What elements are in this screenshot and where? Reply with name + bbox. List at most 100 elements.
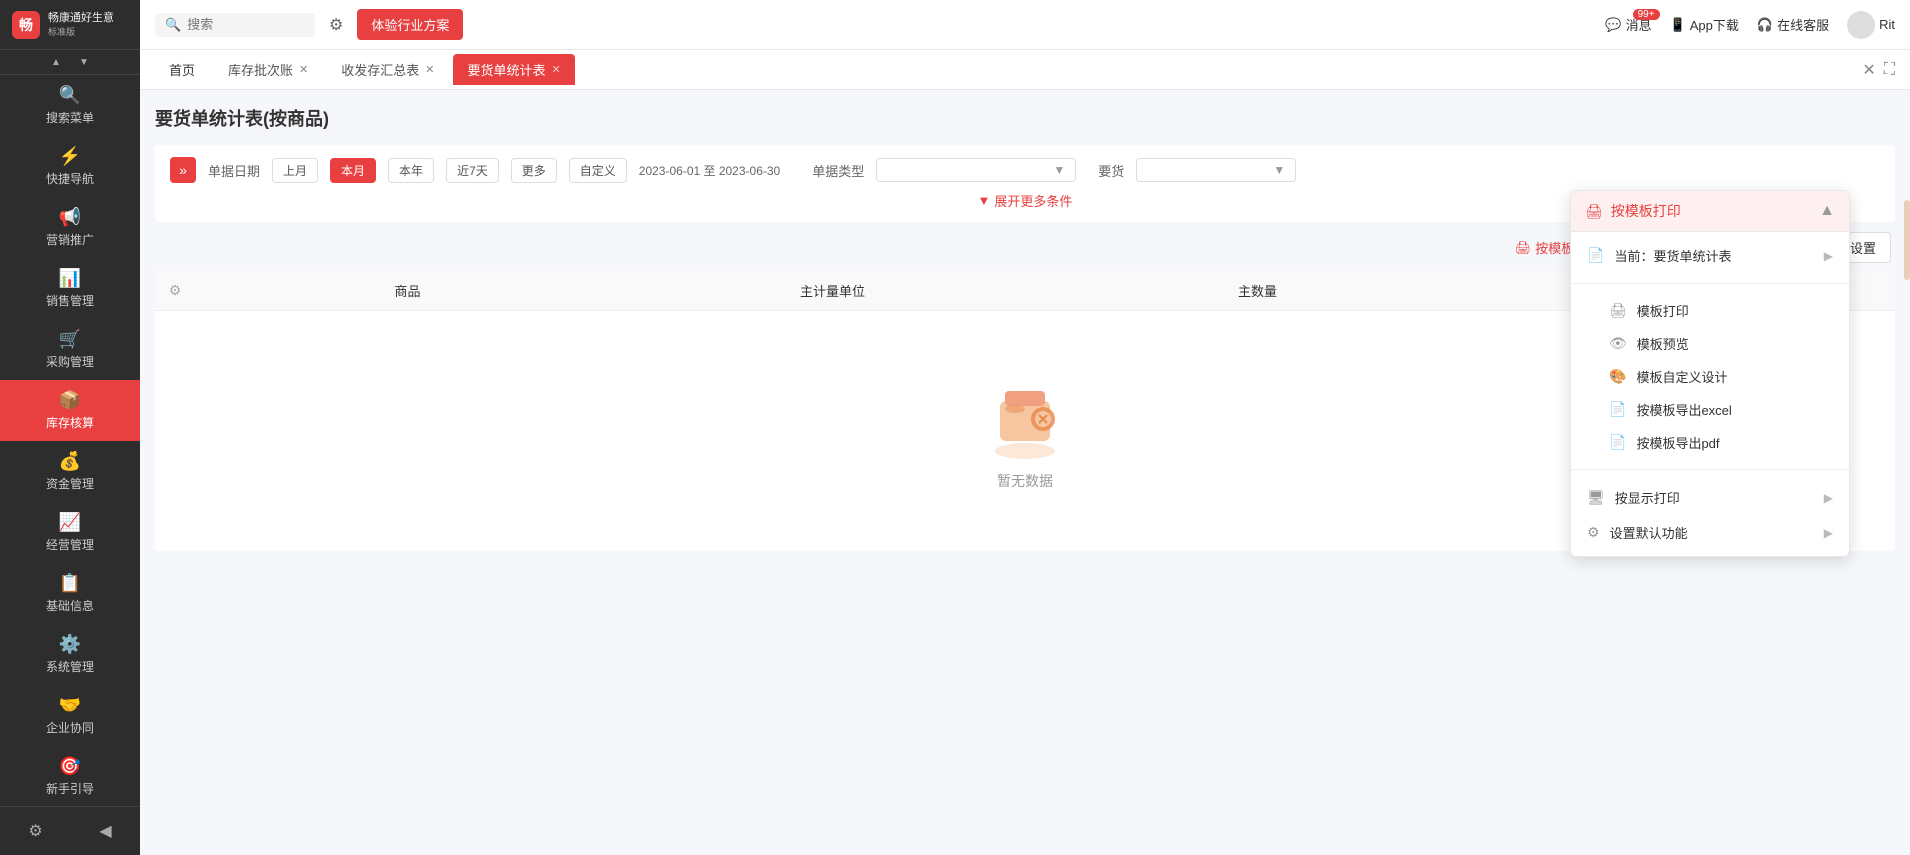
enterprise-icon: 🤝 <box>59 695 81 716</box>
set-default-left: ⚙ 设置默认功能 <box>1587 523 1688 542</box>
avatar <box>1847 11 1875 39</box>
sidebar-item-search[interactable]: 🔍 搜索菜单 <box>0 75 140 136</box>
date-btn-custom[interactable]: 自定义 <box>569 158 627 183</box>
close-window-btn[interactable]: ✕ <box>1862 60 1875 80</box>
trial-btn[interactable]: 体验行业方案 <box>357 9 463 40</box>
tab-receipt-summary[interactable]: 收发存汇总表 ✕ <box>327 54 448 85</box>
search-icon: 🔍 <box>59 85 81 106</box>
template-export-excel-label: 按模板导出excel <box>1636 400 1731 419</box>
current-template-item[interactable]: 📄 当前：要货单统计表 ▶ <box>1571 238 1849 273</box>
sidebar-item-inventory[interactable]: 📦 库存核算 <box>0 380 140 441</box>
date-btn-more[interactable]: 更多 <box>511 158 557 183</box>
template-export-excel-item[interactable]: 📄 按模板导出excel <box>1571 393 1849 426</box>
sidebar-item-guide[interactable]: 🎯 新手引导 <box>0 746 140 806</box>
print-dropdown: 🖨 按模板打印 ▲ 📄 当前：要货单统计表 ▶ 🖨 <box>1570 190 1850 557</box>
tab-home[interactable]: 首页 <box>155 54 209 85</box>
template-design-icon: 🎨 <box>1609 368 1626 385</box>
current-template-left: 📄 当前：要货单统计表 <box>1587 246 1731 265</box>
tab-receipt-summary-close[interactable]: ✕ <box>425 63 434 76</box>
tab-home-label: 首页 <box>169 60 195 79</box>
app-download-icon: 📱 <box>1670 17 1686 33</box>
sidebar-item-shortcut[interactable]: ⚡ 快捷导航 <box>0 136 140 197</box>
display-print-item[interactable]: 🖥 按显示打印 ▶ <box>1571 480 1849 515</box>
sidebar-item-enterprise[interactable]: 🤝 企业协同 <box>0 685 140 746</box>
date-range-display: 2023-06-01 至 2023-06-30 <box>639 162 780 179</box>
app-download-btn[interactable]: 📱 App下载 <box>1670 15 1739 34</box>
order-goods-label: 要货 <box>1098 161 1124 180</box>
sidebar-nav: 🔍 搜索菜单 ⚡ 快捷导航 📢 营销推广 📊 销售管理 🛒 采购管理 📦 库存核… <box>0 75 140 806</box>
template-print-label: 模板打印 <box>1637 301 1689 320</box>
display-print-arrow: ▶ <box>1824 491 1833 505</box>
filter-row-1: » 单据日期 上月 本月 本年 近7天 更多 自定义 2023-06-01 至 … <box>170 157 1880 183</box>
tab-order-stats[interactable]: 要货单统计表 ✕ <box>453 54 574 85</box>
tabs-bar: 首页 库存批次账 ✕ 收发存汇总表 ✕ 要货单统计表 ✕ ✕ ⛶ <box>140 50 1910 90</box>
sidebar-item-marketing[interactable]: 📢 营销推广 <box>0 197 140 258</box>
order-type-label: 单据类型 <box>812 161 864 180</box>
topbar-gear-icon[interactable]: ⚙ <box>325 11 347 39</box>
sidebar-item-finance[interactable]: 💰 资金管理 <box>0 441 140 502</box>
sidebar-item-sales[interactable]: 📊 销售管理 <box>0 258 140 319</box>
sidebar-label-guide: 新手引导 <box>46 780 94 797</box>
display-print-icon: 🖥 <box>1587 489 1605 506</box>
sidebar-label-enterprise: 企业协同 <box>46 719 94 736</box>
topbar-search-box[interactable]: 🔍 <box>155 13 315 37</box>
tab-batch-account[interactable]: 库存批次账 ✕ <box>214 54 322 85</box>
tab-order-stats-label: 要货单统计表 <box>467 60 545 79</box>
sidebar-label-inventory: 库存核算 <box>46 414 94 431</box>
order-goods-select[interactable]: ▼ <box>1136 158 1296 182</box>
topbar-search-icon: 🔍 <box>165 17 181 33</box>
filter-toggle-btn[interactable]: » <box>170 157 196 183</box>
message-btn[interactable]: 💬 消息 99+ <box>1605 15 1651 34</box>
sidebar-collapse-btn[interactable]: ◀ <box>91 817 119 845</box>
service-icon: 🎧 <box>1757 17 1773 33</box>
current-template-arrow: ▶ <box>1824 249 1833 263</box>
date-btn-this-month[interactable]: 本月 <box>330 158 376 183</box>
date-btn-this-year[interactable]: 本年 <box>388 158 434 183</box>
sidebar-label-system: 系统管理 <box>46 658 94 675</box>
tab-order-stats-close[interactable]: ✕ <box>552 63 561 76</box>
online-service-btn[interactable]: 🎧 在线客服 <box>1757 15 1829 34</box>
template-print-icon: 🖨 <box>1609 302 1627 319</box>
template-preview-icon: 👁 <box>1609 335 1627 352</box>
template-design-label: 模板自定义设计 <box>1636 367 1727 386</box>
main-content: 🔍 ⚙ 体验行业方案 💬 消息 99+ 📱 App下载 🎧 在线客服 Rit <box>140 0 1910 855</box>
col-product: 商品 <box>195 281 620 300</box>
sidebar-item-basic[interactable]: 📋 基础信息 <box>0 563 140 624</box>
print-dropdown-close-btn[interactable]: ▲ <box>1819 202 1835 220</box>
order-type-select[interactable]: ▼ <box>876 158 1076 182</box>
user-area[interactable]: Rit <box>1847 11 1895 39</box>
set-default-item[interactable]: ⚙ 设置默认功能 ▶ <box>1571 515 1849 550</box>
sidebar-label-marketing: 营销推广 <box>46 231 94 248</box>
sidebar-settings-btn[interactable]: ⚙ <box>20 817 50 845</box>
template-print-item[interactable]: 🖨 模板打印 <box>1571 294 1849 327</box>
template-preview-item[interactable]: 👁 模板预览 <box>1571 327 1849 360</box>
set-default-label: 设置默认功能 <box>1610 523 1688 542</box>
guide-icon: 🎯 <box>59 756 81 777</box>
divider-2 <box>1571 469 1849 470</box>
template-preview-label: 模板预览 <box>1637 334 1689 353</box>
display-print-left: 🖥 按显示打印 <box>1587 488 1680 507</box>
sales-icon: 📊 <box>59 268 81 289</box>
date-btn-7days[interactable]: 近7天 <box>446 158 499 183</box>
sidebar-item-operation[interactable]: 📈 经营管理 <box>0 502 140 563</box>
scrollbar-thumb[interactable] <box>1904 200 1910 280</box>
tab-batch-account-close[interactable]: ✕ <box>299 63 308 76</box>
set-default-arrow: ▶ <box>1824 526 1833 540</box>
date-btn-last-month[interactable]: 上月 <box>272 158 318 183</box>
template-export-excel-icon: 📄 <box>1609 401 1626 418</box>
template-design-item[interactable]: 🎨 模板自定义设计 <box>1571 360 1849 393</box>
sidebar-label-shortcut: 快捷导航 <box>46 170 94 187</box>
scroll-up[interactable]: ▲ <box>46 54 66 70</box>
sidebar-item-system[interactable]: ⚙️ 系统管理 <box>0 624 140 685</box>
filter-expand-btn[interactable]: ▼ 展开更多条件 <box>978 191 1073 210</box>
template-export-pdf-item[interactable]: 📄 按模板导出pdf <box>1571 426 1849 459</box>
template-export-pdf-icon: 📄 <box>1609 434 1626 451</box>
message-badge: 99+ <box>1633 9 1660 20</box>
sidebar-item-purchase[interactable]: 🛒 采购管理 <box>0 319 140 380</box>
scroll-down[interactable]: ▼ <box>74 54 94 70</box>
display-print-label: 按显示打印 <box>1615 488 1680 507</box>
logo-icon: 畅 <box>12 11 40 39</box>
order-type-chevron: ▼ <box>1053 163 1065 177</box>
search-input[interactable] <box>187 17 305 32</box>
maximize-window-btn[interactable]: ⛶ <box>1884 61 1895 79</box>
